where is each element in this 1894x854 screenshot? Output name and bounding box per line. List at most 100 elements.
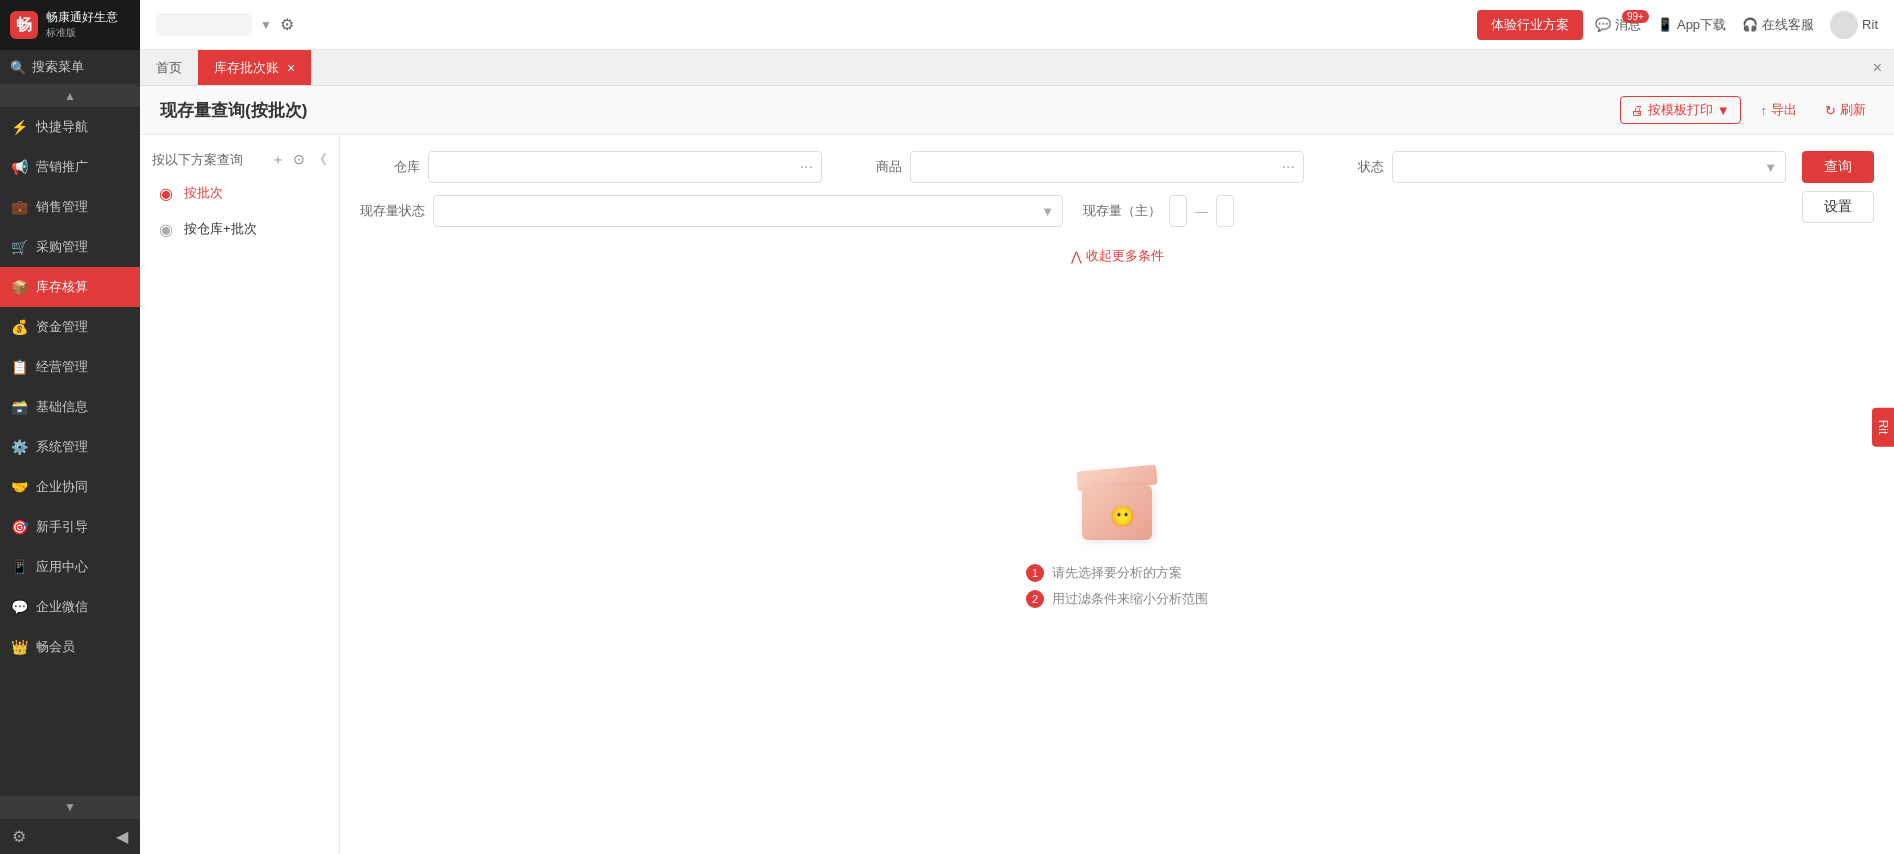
experience-btn[interactable]: 体验行业方案 (1477, 10, 1583, 40)
query-btn[interactable]: 查询 (1802, 151, 1874, 183)
filter-qty-group: 现存量（主） — (1083, 195, 1786, 227)
status-filter-label: 状态 (1324, 158, 1384, 176)
refresh-btn[interactable]: ↻ 刷新 (1817, 97, 1874, 123)
sidebar-item-label: 经营管理 (36, 358, 88, 376)
export-btn[interactable]: ↑ 导出 (1753, 97, 1806, 123)
settings-footer-icon[interactable]: ⚙ (12, 827, 26, 846)
inventory-status-label: 现存量状态 (360, 202, 425, 220)
status-filter-select[interactable]: ▼ (1392, 151, 1786, 183)
sidebar-item-system[interactable]: ⚙️ 系统管理 (0, 427, 140, 467)
print-label: 按模板打印 (1648, 101, 1713, 119)
sidebar-item-marketing[interactable]: 📢 营销推广 (0, 147, 140, 187)
collapse-more-btn[interactable]: ⋀ 收起更多条件 (340, 239, 1894, 273)
step-2-text: 用过滤条件来缩小分析范围 (1052, 590, 1208, 608)
header-gear-icon[interactable]: ⚙ (280, 15, 294, 34)
page-header-actions: 🖨 按模板打印 ▼ ↑ 导出 ↻ 刷新 (1620, 96, 1874, 124)
sidebar-search-label: 搜索菜单 (32, 58, 84, 76)
sidebar-item-inventory[interactable]: 📦 库存核算 (0, 267, 140, 307)
business-icon: 📋 (10, 358, 28, 376)
product-filter-input[interactable]: ··· (910, 151, 1304, 183)
settings-scheme-icon[interactable]: ⊙ (293, 151, 305, 169)
filter-status-group: 状态 ▼ (1324, 151, 1786, 183)
scheme-item-by-warehouse-batch[interactable]: ◉ 按仓库+批次 (140, 211, 339, 247)
print-icon: 🖨 (1631, 103, 1644, 118)
sidebar-item-label: 企业协同 (36, 478, 88, 496)
filter-warehouse-group: 仓库 ··· (360, 151, 822, 183)
right-edge-btn[interactable]: Rit (1872, 408, 1894, 447)
empty-state-visual: 😶 (1072, 460, 1162, 540)
tab-close-all[interactable]: × (1861, 59, 1894, 77)
app-center-icon: 📱 (10, 558, 28, 576)
sidebar-item-purchase[interactable]: 🛒 采购管理 (0, 227, 140, 267)
tab-close-icon[interactable]: × (287, 60, 295, 76)
filter-product-group: 商品 ··· (842, 151, 1304, 183)
sidebar-item-finance[interactable]: 💰 资金管理 (0, 307, 140, 347)
filter-row-2: 现存量状态 ▼ 现存量（主） — (360, 195, 1786, 227)
sidebar-item-label: 快捷导航 (36, 118, 88, 136)
sidebar: 畅 畅康通好生意 标准版 🔍 搜索菜单 ▲ ⚡ 快捷导航 📢 营销推广 💼 销售… (0, 0, 140, 854)
sidebar-item-business[interactable]: 📋 经营管理 (0, 347, 140, 387)
scheme-item-by-batch[interactable]: ◉ 按批次 (140, 175, 339, 211)
newbie-icon: 🎯 (10, 518, 28, 536)
status-chevron-icon: ▼ (1764, 160, 1777, 175)
sidebar-item-label: 资金管理 (36, 318, 88, 336)
sidebar-item-app-center[interactable]: 📱 应用中心 (0, 547, 140, 587)
sidebar-logo: 畅 (10, 11, 38, 39)
sidebar-item-wechat[interactable]: 💬 企业微信 (0, 587, 140, 627)
qty-from-input[interactable] (1169, 195, 1187, 227)
messages-btn[interactable]: 💬 消息 99+ (1595, 16, 1641, 34)
user-profile-btn[interactable]: Rit (1830, 11, 1878, 39)
warehouse-dots-icon[interactable]: ··· (800, 158, 813, 176)
page-header: 现存量查询(按批次) 🖨 按模板打印 ▼ ↑ 导出 ↻ 刷新 (140, 86, 1894, 135)
collapse-sidebar-icon[interactable]: ◀ (116, 827, 128, 846)
collapse-panel-icon[interactable]: 《 (313, 151, 327, 169)
left-panel-title: 按以下方案查询 (152, 151, 243, 169)
sidebar-scroll-up[interactable]: ▲ (0, 85, 140, 107)
step-1-num: 1 (1026, 564, 1044, 582)
product-dots-icon[interactable]: ··· (1282, 158, 1295, 176)
empty-box-face: 😶 (1110, 504, 1135, 528)
header-search-input[interactable] (164, 17, 244, 32)
online-service-label: 在线客服 (1762, 16, 1814, 34)
tab-bar: 首页 库存批次账 × × (140, 50, 1894, 86)
warehouse-filter-input[interactable]: ··· (428, 151, 822, 183)
sidebar-item-basic[interactable]: 🗃️ 基础信息 (0, 387, 140, 427)
header-search-wrap[interactable] (156, 13, 252, 36)
inventory-status-select[interactable]: ▼ (433, 195, 1063, 227)
sidebar-item-label: 企业微信 (36, 598, 88, 616)
messages-badge: 99+ (1622, 10, 1649, 23)
user-name: Rit (1862, 17, 1878, 32)
sidebar-item-collab[interactable]: 🤝 企业协同 (0, 467, 140, 507)
sidebar-item-quick-nav[interactable]: ⚡ 快捷导航 (0, 107, 140, 147)
sidebar-item-newbie[interactable]: 🎯 新手引导 (0, 507, 140, 547)
system-icon: ⚙️ (10, 438, 28, 456)
sidebar-item-label: 畅会员 (36, 638, 75, 656)
online-service-btn[interactable]: 🎧 在线客服 (1742, 16, 1814, 34)
app-download-label: App下载 (1677, 16, 1726, 34)
settings-btn[interactable]: 设置 (1802, 191, 1874, 223)
app-download-btn[interactable]: 📱 App下载 (1657, 16, 1726, 34)
header-chevron-icon: ▼ (260, 18, 272, 32)
sidebar-item-member[interactable]: 👑 畅会员 (0, 627, 140, 667)
inventory-icon: 📦 (10, 278, 28, 296)
sidebar-company-name: 畅康通好生意 (46, 10, 118, 26)
sidebar-search[interactable]: 🔍 搜索菜单 (0, 50, 140, 85)
left-panel-header-icons: ＋ ⊙ 《 (271, 151, 327, 169)
qty-to-input[interactable] (1216, 195, 1234, 227)
finance-icon: 💰 (10, 318, 28, 336)
collab-icon: 🤝 (10, 478, 28, 496)
sidebar-scroll-down[interactable]: ▼ (0, 796, 140, 818)
by-warehouse-batch-icon: ◉ (156, 219, 176, 239)
empty-box-body: 😶 (1082, 485, 1152, 540)
print-btn[interactable]: 🖨 按模板打印 ▼ (1620, 96, 1741, 124)
sidebar-item-label: 新手引导 (36, 518, 88, 536)
add-scheme-icon[interactable]: ＋ (271, 151, 285, 169)
tab-inventory-batch[interactable]: 库存批次账 × (198, 50, 311, 85)
sidebar-header: 畅 畅康通好生意 标准版 (0, 0, 140, 50)
page-title: 现存量查询(按批次) (160, 99, 307, 122)
tab-home[interactable]: 首页 (140, 50, 198, 85)
sidebar-item-sales[interactable]: 💼 销售管理 (0, 187, 140, 227)
qty-dash: — (1195, 204, 1208, 219)
sidebar-item-label: 采购管理 (36, 238, 88, 256)
filter-inventory-status-group: 现存量状态 ▼ (360, 195, 1063, 227)
